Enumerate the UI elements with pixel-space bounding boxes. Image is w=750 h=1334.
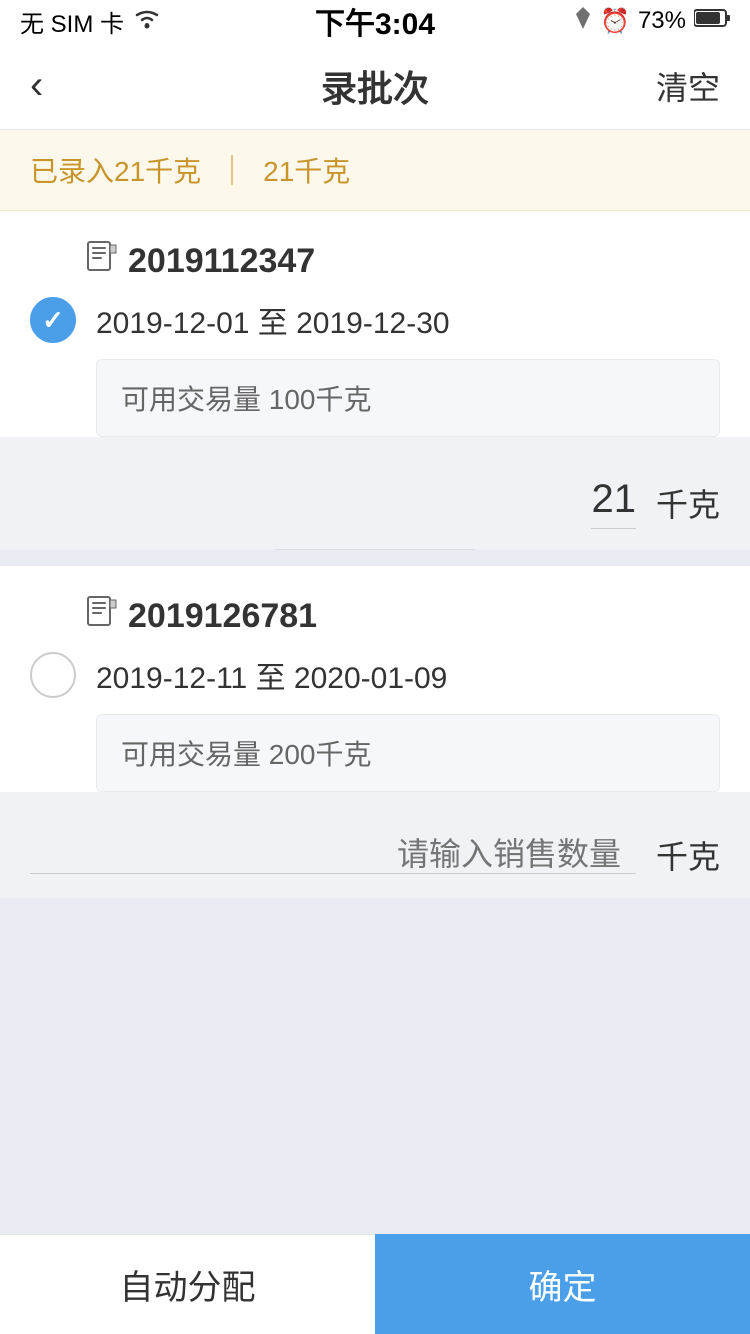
batch2-id: 2019126781 <box>128 597 317 636</box>
batch1-availability: 可用交易量 100千克 <box>30 359 720 437</box>
batch1-date: 2019-12-01 至 2019-12-30 <box>96 298 450 342</box>
batch2-date-row[interactable]: 2019-12-11 至 2020-01-09 <box>30 652 720 698</box>
status-right: ⏰ 73% <box>574 7 730 36</box>
batch1-quantity-row: 21 千克 <box>0 457 750 549</box>
back-button[interactable]: ‹ <box>30 63 90 108</box>
batch1-quantity-underline: 21 <box>591 477 636 529</box>
clear-button[interactable]: 清空 <box>656 63 720 109</box>
batch1-unit: 千克 <box>656 480 720 526</box>
confirm-button[interactable]: 确定 <box>375 1234 750 1334</box>
status-left: 无 SIM 卡 <box>20 4 162 39</box>
info-banner: 已录入21千克 21千克 <box>0 130 750 211</box>
status-bar: 无 SIM 卡 下午3:04 ⏰ 73% <box>0 0 750 42</box>
sale-input-wrapper[interactable] <box>30 836 636 874</box>
batch2-radio[interactable] <box>30 652 76 698</box>
confirm-label: 确定 <box>529 1260 597 1309</box>
batch1-availability-box: 可用交易量 100千克 <box>96 359 720 437</box>
bottom-bar: 自动分配 确定 <box>0 1234 750 1334</box>
banner-divider <box>231 155 233 185</box>
batch2-header: 2019126781 <box>30 596 720 636</box>
entered-label: 已录入21千克 <box>30 150 201 190</box>
batch1-quantity-value: 21 <box>591 477 636 521</box>
battery-icon <box>694 7 730 35</box>
batch1-date-row[interactable]: ✓ 2019-12-01 至 2019-12-30 <box>30 297 720 343</box>
section-divider <box>0 550 750 566</box>
alarm-icon: ⏰ <box>600 7 630 36</box>
status-time: 下午3:04 <box>315 0 435 43</box>
batch2-availability: 可用交易量 200千克 <box>30 714 720 792</box>
battery-percent: 73% <box>638 7 686 35</box>
batch1-radio[interactable]: ✓ <box>30 297 76 343</box>
batch2-availability-box: 可用交易量 200千克 <box>96 714 720 792</box>
location-icon <box>574 7 592 36</box>
wifi-icon <box>132 7 162 36</box>
batch2-date: 2019-12-11 至 2020-01-09 <box>96 653 447 697</box>
batch1-doc-icon <box>86 241 118 281</box>
sale-quantity-input[interactable] <box>30 836 636 873</box>
batch-item-1: 2019112347 ✓ 2019-12-01 至 2019-12-30 可用交… <box>0 211 750 437</box>
total-label: 21千克 <box>263 150 350 190</box>
batch2-unit: 千克 <box>656 832 720 878</box>
batch2-input-row[interactable]: 千克 <box>0 812 750 898</box>
nav-bar: ‹ 录批次 清空 <box>0 42 750 130</box>
auto-distribute-label: 自动分配 <box>120 1260 256 1309</box>
batch2-doc-icon <box>86 596 118 636</box>
auto-distribute-button[interactable]: 自动分配 <box>0 1234 375 1334</box>
batch1-checkmark: ✓ <box>42 305 64 336</box>
no-sim-text: 无 SIM 卡 <box>20 4 124 39</box>
batch1-id: 2019112347 <box>128 242 315 281</box>
batch1-header: 2019112347 <box>30 241 720 281</box>
batch-item-2: 2019126781 2019-12-11 至 2020-01-09 可用交易量… <box>0 566 750 792</box>
page-title: 录批次 <box>321 60 429 112</box>
